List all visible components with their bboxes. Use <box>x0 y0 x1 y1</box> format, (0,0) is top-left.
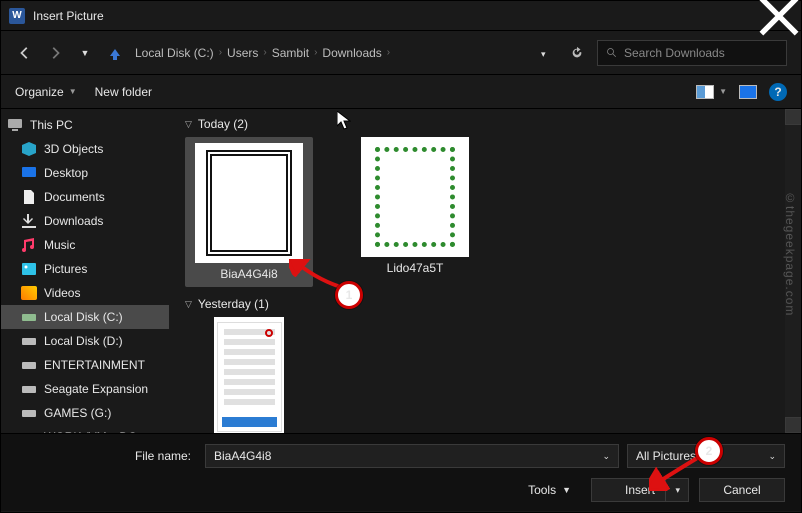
new-folder-button[interactable]: New folder <box>95 85 152 99</box>
tree-item-games[interactable]: GAMES (G:) <box>1 401 169 425</box>
desktop-icon <box>21 166 37 180</box>
tree-item-music[interactable]: Music <box>1 233 169 257</box>
filename-input[interactable]: BiaA4G4i8 ⌄ <box>205 444 619 468</box>
file-item[interactable]: Lido47a5T <box>351 137 479 287</box>
word-app-icon: W <box>9 8 25 24</box>
documents-icon <box>21 190 37 204</box>
watermark: ©thegeekpage.com <box>783 191 797 316</box>
crumb-1[interactable]: Users <box>227 46 258 60</box>
downloads-icon <box>21 214 37 228</box>
tree-item-seagate[interactable]: Seagate Expansion <box>1 377 169 401</box>
this-pc-icon <box>7 118 23 132</box>
tree-item-documents[interactable]: Documents <box>1 185 169 209</box>
pictures-icon <box>21 262 37 276</box>
cube-icon <box>21 142 37 156</box>
tree-item-entertainment[interactable]: ENTERTAINMENT <box>1 353 169 377</box>
up-button[interactable] <box>105 43 125 63</box>
chevron-down-icon: ▽ <box>185 119 192 130</box>
chevron-right-icon: › <box>314 47 317 58</box>
preview-pane-button[interactable] <box>739 85 757 99</box>
tree-item-downloads[interactable]: Downloads <box>1 209 169 233</box>
tree-item-pictures[interactable]: Pictures <box>1 257 169 281</box>
cancel-button[interactable]: Cancel <box>699 478 785 502</box>
address-bar[interactable]: Local Disk (C:) › Users › Sambit › Download… <box>135 46 531 60</box>
file-item[interactable]: regedit-min <box>185 317 313 433</box>
command-bar: Organize▼ New folder ▼ ? <box>1 75 801 109</box>
close-button[interactable] <box>757 1 801 31</box>
mouse-cursor <box>337 111 351 131</box>
drive-icon <box>21 310 37 324</box>
tree-item-desktop[interactable]: Desktop <box>1 161 169 185</box>
callout-1: 1 <box>335 281 363 309</box>
crumb-3[interactable]: Downloads <box>322 46 381 60</box>
refresh-button[interactable] <box>567 43 587 63</box>
drive-icon <box>21 406 37 420</box>
thumbnail <box>361 137 469 257</box>
videos-icon <box>21 286 37 300</box>
items-view[interactable]: ▽ Today (2) BiaA4G4i8 Lido47a5T ▽ Yester <box>169 109 801 433</box>
window-title: Insert Picture <box>33 9 757 23</box>
chevron-down-icon: ⌄ <box>768 451 776 462</box>
filename-label: File name: <box>17 449 197 463</box>
tree-item-local-disk-d[interactable]: Local Disk (D:) <box>1 329 169 353</box>
tree-item-videos[interactable]: Videos <box>1 281 169 305</box>
tree-item-local-disk-c[interactable]: Local Disk (C:) <box>1 305 169 329</box>
callout-2: 2 <box>695 437 723 465</box>
search-icon <box>606 47 618 59</box>
chevron-down-icon: ▽ <box>185 299 192 310</box>
thumbnail <box>195 143 303 263</box>
back-button[interactable] <box>15 43 35 63</box>
view-icon <box>696 85 714 99</box>
recent-locations-button[interactable]: ▼ <box>75 43 95 63</box>
tree-item-3d-objects[interactable]: 3D Objects <box>1 137 169 161</box>
chevron-right-icon: › <box>263 47 266 58</box>
insert-picture-dialog: W Insert Picture ▼ Local Disk (C:) › User… <box>0 0 802 513</box>
crumb-0[interactable]: Local Disk (C:) <box>135 46 214 60</box>
tools-menu[interactable]: Tools▼ <box>528 483 571 497</box>
group-header-yesterday[interactable]: ▽ Yesterday (1) <box>185 297 789 311</box>
drive-icon <box>21 358 37 372</box>
search-box[interactable]: Search Downloads <box>597 40 787 66</box>
scroll-down-button[interactable] <box>785 417 801 433</box>
tree-this-pc[interactable]: This PC <box>1 113 169 137</box>
organize-button[interactable]: Organize▼ <box>15 85 77 99</box>
dialog-body: This PC 3D Objects Desktop Documents Dow… <box>1 109 801 433</box>
music-icon <box>21 238 37 252</box>
navigation-tree[interactable]: This PC 3D Objects Desktop Documents Dow… <box>1 109 169 433</box>
forward-button[interactable] <box>45 43 65 63</box>
search-placeholder: Search Downloads <box>624 46 725 60</box>
view-options: ▼ ? <box>696 83 787 101</box>
group-header-today[interactable]: ▽ Today (2) <box>185 117 789 131</box>
title-bar: W Insert Picture <box>1 1 801 31</box>
nav-bar: ▼ Local Disk (C:) › Users › Sambit › Downlo… <box>1 31 801 75</box>
drive-icon <box>21 382 37 396</box>
chevron-right-icon: › <box>219 47 222 58</box>
drive-icon <box>21 334 37 348</box>
help-button[interactable]: ? <box>769 83 787 101</box>
thumbnail <box>214 317 284 433</box>
crumb-2[interactable]: Sambit <box>272 46 309 60</box>
tree-item-work[interactable]: WORK (VMs, DO… <box>1 425 169 433</box>
chevron-right-icon: › <box>387 47 390 58</box>
chevron-down-icon: ⌄ <box>602 451 610 462</box>
change-view-button[interactable]: ▼ <box>696 85 727 99</box>
address-dropdown[interactable]: ▾ <box>541 46 557 60</box>
scroll-up-button[interactable] <box>785 109 801 125</box>
